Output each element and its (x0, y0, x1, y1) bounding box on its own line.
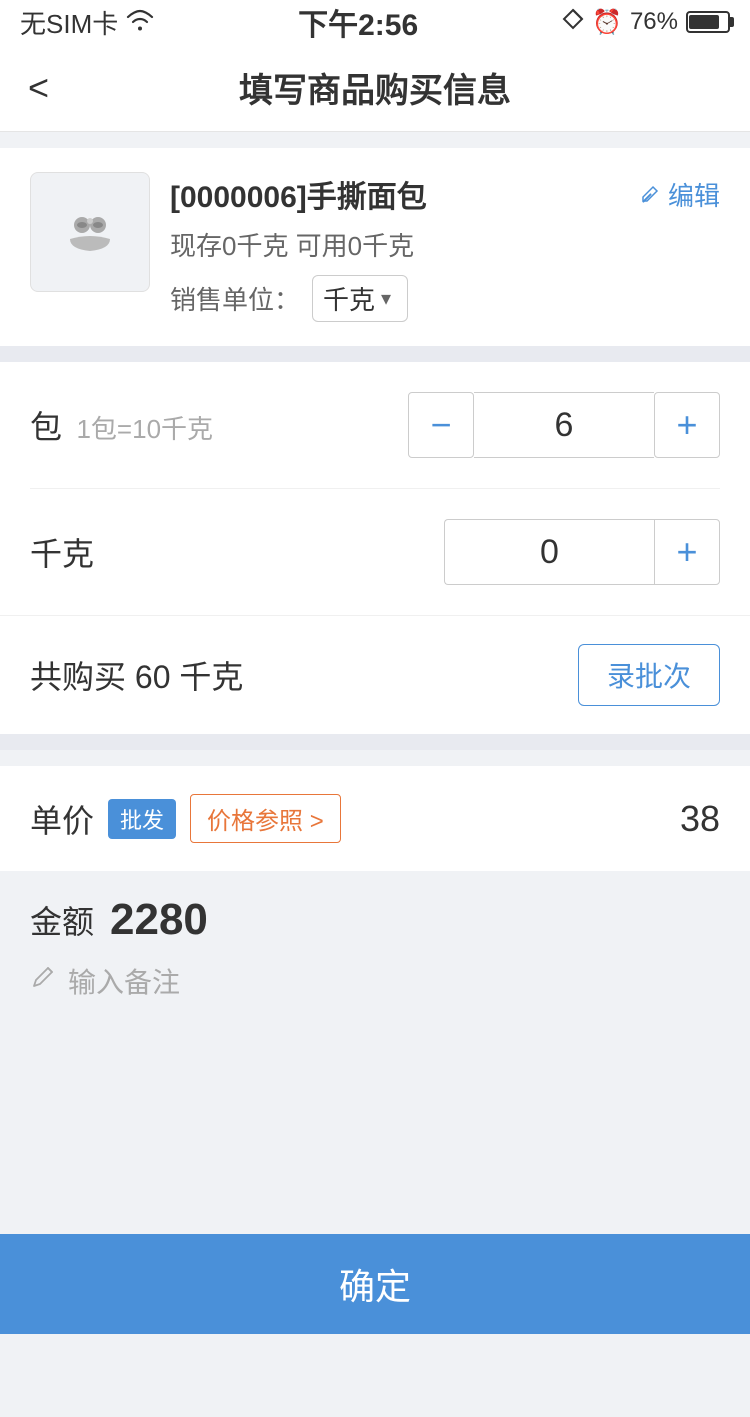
price-value: 38 (680, 798, 720, 840)
alarm-icon: ⏰ (592, 8, 622, 37)
page-title: 填写商品购买信息 (239, 63, 511, 112)
quantity-section: 包 1包=10千克 − + 千克 + (0, 362, 750, 615)
battery-percent: 76% (630, 8, 678, 36)
edit-label: 编辑 (668, 176, 720, 213)
product-info: [0000006]手撕面包 编辑 现存0千克 可用0千克 销售单位： 千克 ▾ (170, 172, 720, 322)
back-button[interactable]: < (28, 67, 49, 109)
amount-value: 2280 (110, 895, 208, 945)
status-right: ⏰ 76% (562, 8, 730, 37)
price-tag: 批发 (108, 799, 176, 839)
wifi-icon (126, 7, 154, 38)
chevron-down-icon: ▾ (381, 286, 391, 311)
bao-plus-button[interactable]: + (654, 392, 720, 458)
confirm-button[interactable]: 确定 (0, 1234, 750, 1334)
location-icon (562, 8, 584, 37)
price-label: 单价 (30, 796, 94, 842)
unit-value: 千克 (323, 280, 375, 317)
price-ref-button[interactable]: 价格参照 > (190, 794, 341, 843)
total-section: 共购买 60 千克 录批次 (0, 616, 750, 734)
bao-minus-button[interactable]: − (408, 392, 474, 458)
kg-row: 千克 + (30, 489, 720, 615)
status-left: 无SIM卡 (20, 4, 154, 41)
bao-qty-input[interactable] (474, 392, 654, 458)
batch-button[interactable]: 录批次 (578, 644, 720, 706)
unit-label: 销售单位： (170, 280, 300, 317)
remark-placeholder: 输入备注 (68, 961, 180, 1001)
price-left: 单价 批发 价格参照 > (30, 794, 341, 843)
price-section: 单价 批发 价格参照 > 38 (0, 766, 750, 871)
carrier-label: 无SIM卡 (20, 4, 118, 41)
status-bar: 无SIM卡 下午2:56 ⏰ 76% (0, 0, 750, 44)
bao-row: 包 1包=10千克 − + (30, 362, 720, 489)
kg-qty-input[interactable] (444, 519, 654, 585)
battery-icon (686, 11, 730, 33)
total-text: 共购买 60 千克 (30, 652, 243, 698)
bao-hint: 1包=10千克 (76, 414, 213, 444)
section-divider-3 (0, 734, 750, 750)
nav-bar: < 填写商品购买信息 (0, 44, 750, 132)
bao-label-group: 包 1包=10千克 (30, 402, 213, 448)
bao-label: 包 (30, 409, 62, 445)
kg-plus-button[interactable]: + (654, 519, 720, 585)
product-thumbnail (30, 172, 150, 292)
kg-label: 千克 (30, 529, 94, 575)
product-card: [0000006]手撕面包 编辑 现存0千克 可用0千克 销售单位： 千克 ▾ (0, 148, 750, 346)
status-time: 下午2:56 (298, 0, 418, 44)
amount-label: 金额 (30, 897, 94, 943)
product-stock: 现存0千克 可用0千克 (170, 226, 720, 263)
unit-select[interactable]: 千克 ▾ (312, 275, 408, 322)
product-name: [0000006]手撕面包 (170, 172, 427, 216)
edit-button[interactable]: 编辑 (639, 176, 720, 213)
pencil-icon (30, 964, 58, 999)
kg-qty-control: + (444, 519, 720, 585)
amount-section: 金额 2280 输入备注 (0, 871, 750, 1017)
bao-qty-control: − + (408, 392, 720, 458)
section-divider-1 (0, 346, 750, 362)
remark-row[interactable]: 输入备注 (30, 961, 720, 1001)
